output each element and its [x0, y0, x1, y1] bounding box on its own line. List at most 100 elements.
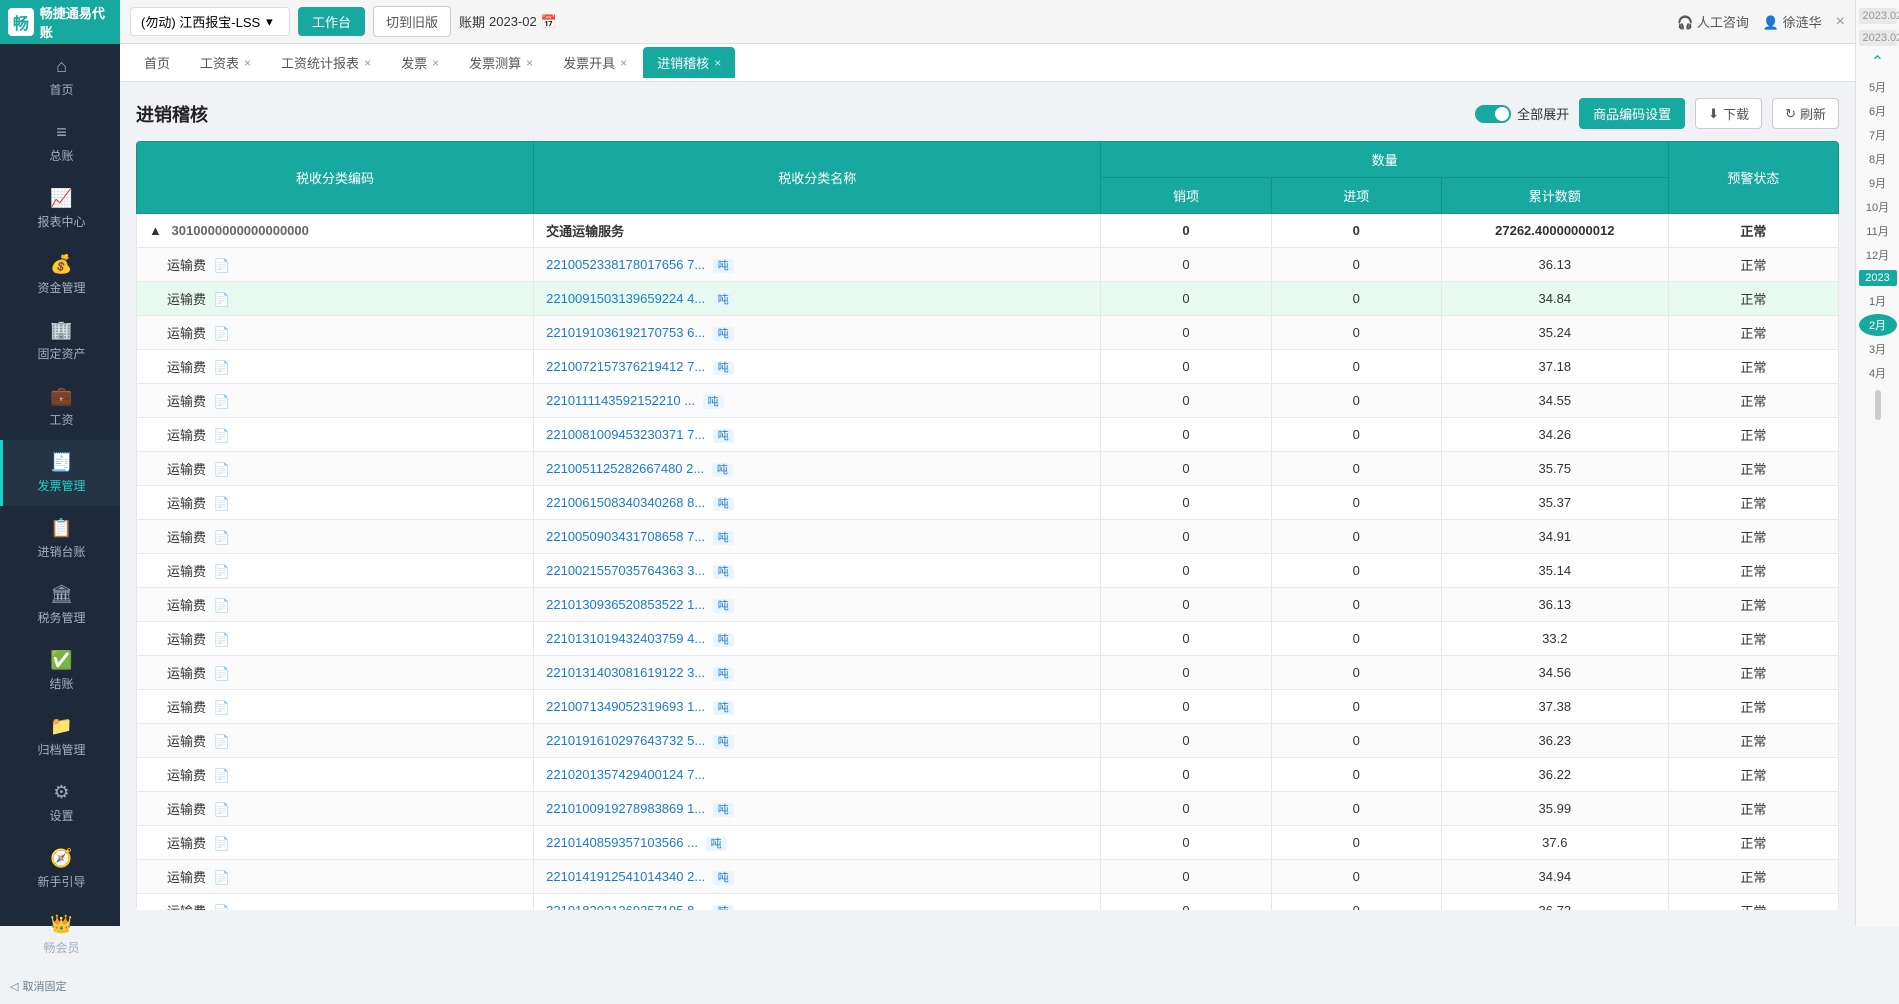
sidebar-item-salary[interactable]: 💼 工资 — [0, 374, 120, 440]
tab-invoice-close[interactable]: × — [432, 56, 439, 70]
sidebar-item-label: 固定资产 — [37, 345, 85, 362]
cell-status: 正常 — [1668, 792, 1838, 826]
sidebar-item-ledger[interactable]: ≡ 总账 — [0, 110, 120, 176]
tab-invoice[interactable]: 发票 × — [387, 47, 453, 78]
tab-home[interactable]: 首页 — [130, 47, 184, 78]
scrollbar-indicator — [1875, 390, 1881, 420]
file-icon: 📄 — [214, 564, 230, 579]
timeline-month-3[interactable]: 3月 — [1859, 338, 1897, 360]
salary-icon: 💼 — [50, 386, 72, 407]
table-row: 运输费 📄 2210081009453230371 7... 吨 0 0 34.… — [137, 418, 1839, 452]
timeline-month-8[interactable]: 8月 — [1859, 148, 1897, 170]
data-table: 税收分类编码 税收分类名称 数量 预警状态 — [136, 141, 1839, 910]
sidebar-item-archive[interactable]: 📁 归档管理 — [0, 704, 120, 770]
table-row: 运输费 📄 2210131019432403759 4... 吨 0 0 33.… — [137, 622, 1839, 656]
tab-invoice-calc-close[interactable]: × — [526, 56, 533, 70]
timeline-month-4[interactable]: 4月 — [1859, 362, 1897, 384]
close-button[interactable]: × — [1836, 13, 1845, 31]
cell-total: 36.22 — [1441, 758, 1668, 792]
cell-sales: 0 — [1101, 588, 1271, 622]
sidebar-item-guide[interactable]: 🧭 新手引导 — [0, 836, 120, 902]
tab-salary-table[interactable]: 工资表 × — [186, 47, 265, 78]
archive-icon: 📁 — [50, 716, 72, 737]
sidebar-item-home[interactable]: ⌂ 首页 — [0, 44, 120, 110]
cell-total: 35.75 — [1441, 452, 1668, 486]
timeline-month-2-active[interactable]: 2月 — [1859, 314, 1897, 336]
workspace-button[interactable]: 工作台 — [298, 7, 365, 36]
sidebar-item-sales-ledger[interactable]: 📋 进销台账 — [0, 506, 120, 572]
expand-toggle[interactable]: 全部展开 — [1475, 104, 1569, 123]
file-icon: 📄 — [214, 836, 230, 851]
tab-salary-table-close[interactable]: × — [244, 56, 251, 70]
cell-total: 34.91 — [1441, 520, 1668, 554]
refresh-button[interactable]: ↻ 刷新 — [1772, 98, 1839, 129]
cell-purchase: 0 — [1271, 248, 1441, 282]
tab-invoice-issue-close[interactable]: × — [620, 56, 627, 70]
sidebar-item-label: 税务管理 — [37, 609, 85, 626]
unpin-sidebar[interactable]: ◁ 取消固定 — [0, 968, 120, 1004]
tab-bar: 首页 工资表 × 工资统计报表 × 发票 × 发票测算 × 发票开具 × 进销稽… — [120, 44, 1855, 82]
sidebar-item-tax[interactable]: 🏛 税务管理 — [0, 572, 120, 638]
company-selector[interactable]: (勿动) 江西报宝-LSS ▾ — [130, 7, 290, 36]
cell-name: 2210191610297643732 5... 吨 — [534, 724, 1101, 758]
company-name: (勿动) 江西报宝-LSS — [141, 12, 260, 31]
collapse-icon[interactable]: ▲ — [149, 223, 162, 238]
timeline-month-7[interactable]: 7月 — [1859, 124, 1897, 146]
sidebar-item-label: 新手引导 — [37, 873, 85, 890]
timeline-month-10[interactable]: 10月 — [1859, 196, 1897, 218]
timeline-month-6[interactable]: 6月 — [1859, 100, 1897, 122]
cell-total: 36.13 — [1441, 248, 1668, 282]
col-header-sales: 销项 — [1101, 178, 1271, 214]
timeline-month-1[interactable]: 1月 — [1859, 290, 1897, 312]
timeline-month-12[interactable]: 12月 — [1859, 244, 1897, 266]
tab-reconcile[interactable]: 进销稽核 × — [643, 47, 735, 78]
tab-salary-report-close[interactable]: × — [364, 56, 371, 70]
timeline-up-arrow[interactable]: ⌃ — [1869, 50, 1886, 74]
cell-purchase: 0 — [1271, 826, 1441, 860]
cell-purchase: 0 — [1271, 622, 1441, 656]
toggle-switch[interactable] — [1475, 105, 1511, 123]
cell-sales: 0 — [1101, 554, 1271, 588]
tab-invoice-issue[interactable]: 发票开具 × — [549, 47, 641, 78]
switch-version-button[interactable]: 切到旧版 — [373, 6, 451, 37]
file-icon: 📄 — [214, 734, 230, 749]
cell-name: 2210081009453230371 7... 吨 — [534, 418, 1101, 452]
unit-tag: 吨 — [713, 429, 734, 443]
cell-total: 36.13 — [1441, 588, 1668, 622]
page-header: 进销稽核 全部展开 商品编码设置 ⬇ 下载 ↻ 刷新 — [136, 98, 1839, 129]
cell-status: 正常 — [1668, 418, 1838, 452]
cell-status: 正常 — [1668, 282, 1838, 316]
sidebar-item-assets[interactable]: 🏢 固定资产 — [0, 308, 120, 374]
support-btn[interactable]: 🎧 人工咨询 — [1677, 12, 1749, 31]
calendar-icon[interactable]: 📅 — [541, 14, 557, 30]
unit-tag: 吨 — [713, 361, 734, 375]
unit-tag: 吨 — [713, 871, 734, 885]
cell-code: 运输费 📄 — [137, 248, 534, 282]
cell-name: 2210191036192170753 6... 吨 — [534, 316, 1101, 350]
sidebar-item-capital[interactable]: 💰 资金管理 — [0, 242, 120, 308]
sidebar-item-reports[interactable]: 📈 报表中心 — [0, 176, 120, 242]
file-icon: 📄 — [214, 462, 230, 477]
timeline-month-9[interactable]: 9月 — [1859, 172, 1897, 194]
sidebar-item-member[interactable]: 👑 畅会员 — [0, 902, 120, 968]
timeline-month-5[interactable]: 5月 — [1859, 76, 1897, 98]
topbar-right: 🎧 人工咨询 👤 徐涟华 × — [1677, 12, 1845, 31]
timeline-panel: 2023.02 2023.02 ⌃ 5月 6月 7月 8月 9月 10月 11月… — [1855, 0, 1899, 926]
user-area[interactable]: 👤 徐涟华 — [1763, 12, 1822, 31]
table-row: 运输费 📄 2210111143592152210 ... 吨 0 0 34.5… — [137, 384, 1839, 418]
tab-salary-report[interactable]: 工资统计报表 × — [267, 47, 385, 78]
sidebar-item-invoice[interactable]: 🧾 发票管理 — [0, 440, 120, 506]
cell-purchase: 0 — [1271, 860, 1441, 894]
sidebar-item-settings[interactable]: ⚙ 设置 — [0, 770, 120, 836]
download-button[interactable]: ⬇ 下载 — [1695, 98, 1762, 129]
cell-sales: 0 — [1101, 826, 1271, 860]
timeline-month-11[interactable]: 11月 — [1859, 220, 1897, 242]
settings-button[interactable]: 商品编码设置 — [1579, 98, 1685, 129]
sidebar-item-close[interactable]: ✅ 结账 — [0, 638, 120, 704]
unit-tag: 吨 — [713, 735, 734, 749]
tab-reconcile-close[interactable]: × — [714, 56, 721, 70]
unit-tag: 吨 — [703, 395, 724, 409]
tab-invoice-calc[interactable]: 发票测算 × — [455, 47, 547, 78]
timeline-year-label-1: 2023.02 — [1859, 8, 1897, 24]
file-icon: 📄 — [214, 700, 230, 715]
